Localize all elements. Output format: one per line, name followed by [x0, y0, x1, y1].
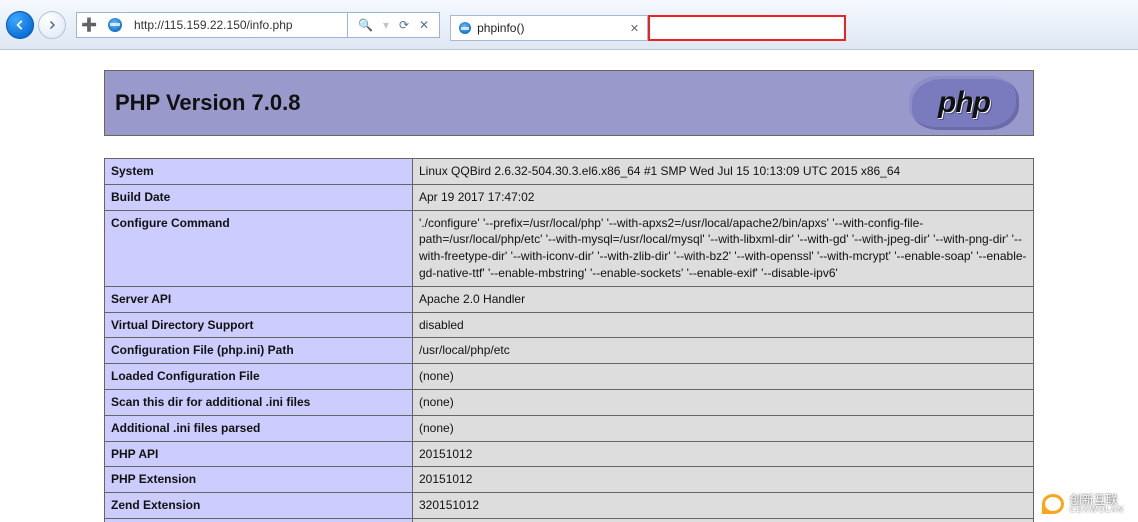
tab-favicon	[459, 22, 471, 34]
table-row: Configuration File (php.ini) Path/usr/lo…	[105, 338, 1034, 364]
tab-strip: phpinfo() ✕	[450, 8, 846, 41]
phpinfo-table: SystemLinux QQBird 2.6.32-504.30.3.el6.x…	[104, 158, 1034, 522]
phpinfo-key: PHP API	[105, 441, 413, 467]
page-viewport: PHP Version 7.0.8 php SystemLinux QQBird…	[0, 50, 1138, 522]
phpinfo-value: 20151012	[413, 441, 1034, 467]
table-row: Loaded Configuration File(none)	[105, 364, 1034, 390]
phpinfo-value: './configure' '--prefix=/usr/local/php' …	[413, 210, 1034, 286]
phpinfo-header: PHP Version 7.0.8 php	[104, 70, 1034, 136]
phpinfo-key: Configuration File (php.ini) Path	[105, 338, 413, 364]
phpinfo-key: Zend Extension	[105, 493, 413, 519]
refresh-icon[interactable]: ⟳	[399, 18, 409, 32]
phpinfo-key: Configure Command	[105, 210, 413, 286]
table-row: SystemLinux QQBird 2.6.32-504.30.3.el6.x…	[105, 159, 1034, 185]
tab-highlighted[interactable]	[648, 15, 846, 41]
phpinfo-key: Zend Extension Build	[105, 518, 413, 522]
phpinfo-key: Scan this dir for additional .ini files	[105, 389, 413, 415]
phpinfo-value: /usr/local/php/etc	[413, 338, 1034, 364]
php-logo: php	[909, 76, 1019, 130]
site-favicon	[102, 12, 128, 38]
tab-phpinfo[interactable]: phpinfo() ✕	[450, 15, 648, 41]
nav-back-button[interactable]	[6, 11, 34, 39]
table-row: Virtual Directory Supportdisabled	[105, 312, 1034, 338]
phpinfo-value: Apache 2.0 Handler	[413, 286, 1034, 312]
phpinfo-value: Apr 19 2017 17:47:02	[413, 184, 1034, 210]
search-icon[interactable]: 🔍	[358, 18, 373, 32]
table-row: Zend Extension320151012	[105, 493, 1034, 519]
phpinfo-value: (none)	[413, 389, 1034, 415]
browser-chrome: ➕ 🔍 ▾ ⟳ ✕ phpinfo() ✕	[0, 0, 1138, 50]
table-row: Configure Command'./configure' '--prefix…	[105, 210, 1034, 286]
stop-icon[interactable]: ✕	[419, 18, 429, 32]
phpinfo-key: Build Date	[105, 184, 413, 210]
table-row: Zend Extension BuildAPI320151012,NTS	[105, 518, 1034, 522]
table-row: Server APIApache 2.0 Handler	[105, 286, 1034, 312]
table-row: Build DateApr 19 2017 17:47:02	[105, 184, 1034, 210]
table-row: Scan this dir for additional .ini files(…	[105, 389, 1034, 415]
phpinfo-container: PHP Version 7.0.8 php SystemLinux QQBird…	[104, 70, 1034, 522]
tab-close-icon[interactable]: ✕	[630, 22, 639, 35]
phpinfo-key: PHP Extension	[105, 467, 413, 493]
phpinfo-key: Additional .ini files parsed	[105, 415, 413, 441]
table-row: Additional .ini files parsed(none)	[105, 415, 1034, 441]
phpinfo-value: disabled	[413, 312, 1034, 338]
phpinfo-value: 20151012	[413, 467, 1034, 493]
phpinfo-key: Virtual Directory Support	[105, 312, 413, 338]
table-row: PHP API20151012	[105, 441, 1034, 467]
watermark: 创新互联 CDXWOLAN	[1042, 494, 1124, 514]
phpinfo-key: Loaded Configuration File	[105, 364, 413, 390]
phpinfo-value: (none)	[413, 415, 1034, 441]
phpinfo-value: (none)	[413, 364, 1034, 390]
url-input[interactable]	[128, 12, 348, 38]
tab-title: phpinfo()	[477, 21, 524, 35]
url-tools: 🔍 ▾ ⟳ ✕	[348, 12, 440, 38]
nav-forward-button[interactable]	[38, 11, 66, 39]
address-bar: ➕ 🔍 ▾ ⟳ ✕	[76, 12, 440, 38]
phpinfo-value: Linux QQBird 2.6.32-504.30.3.el6.x86_64 …	[413, 159, 1034, 185]
pin-site-icon[interactable]: ➕	[76, 12, 102, 38]
ie-icon	[108, 18, 122, 32]
phpinfo-value: API320151012,NTS	[413, 518, 1034, 522]
phpinfo-value: 320151012	[413, 493, 1034, 519]
table-row: PHP Extension20151012	[105, 467, 1034, 493]
php-version-title: PHP Version 7.0.8	[115, 92, 300, 114]
watermark-subtext: CDXWOLAN	[1070, 506, 1124, 514]
watermark-icon	[1042, 494, 1064, 514]
phpinfo-key: System	[105, 159, 413, 185]
phpinfo-key: Server API	[105, 286, 413, 312]
